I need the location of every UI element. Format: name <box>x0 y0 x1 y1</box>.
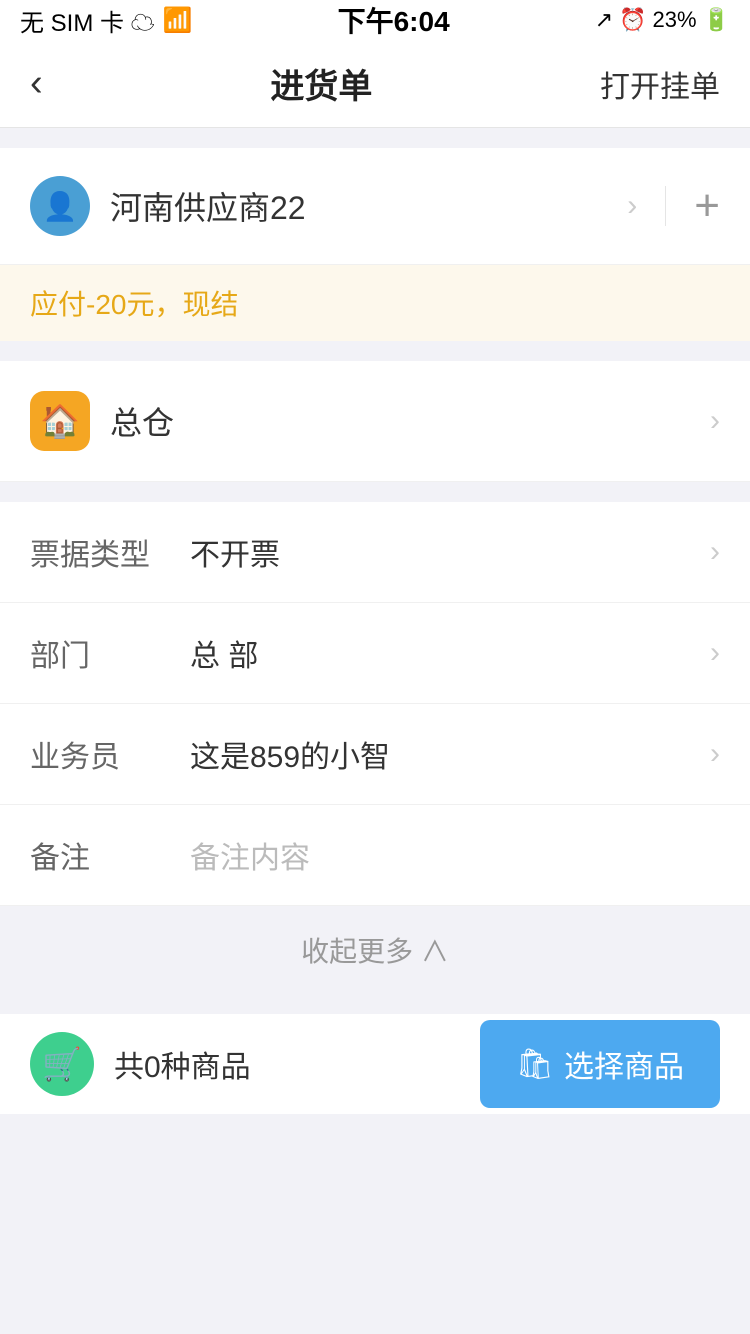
chevron-right-icon: › <box>710 404 720 438</box>
salesperson-value: 这是859的小智 <box>190 732 710 776</box>
ticket-type-value: 不开票 <box>190 530 710 574</box>
chevron-right-icon: › <box>627 189 637 223</box>
warehouse-card: 🏠 总仓 › <box>0 361 750 482</box>
avatar: 👤 <box>30 176 90 236</box>
section-gap-2 <box>0 341 750 361</box>
form-card: 票据类型 不开票 › 部门 总 部 › 业务员 这是859的小智 › 备注 备注… <box>0 502 750 906</box>
warehouse-icon: 🏠 <box>40 402 80 440</box>
battery-level: 23% <box>653 7 697 33</box>
goods-count: 共0种商品 <box>114 1042 480 1086</box>
wifi-icon: 📶 <box>163 6 193 35</box>
remark-row[interactable]: 备注 备注内容 <box>0 805 750 906</box>
select-goods-icon: 🛍 <box>516 1047 554 1082</box>
department-row[interactable]: 部门 总 部 › <box>0 603 750 704</box>
footer-bar: 🛒 共0种商品 🛍 选择商品 <box>0 1014 750 1114</box>
page-title: 进货单 <box>270 59 372 108</box>
collapse-toggle[interactable]: 收起更多 ∧ <box>0 906 750 994</box>
status-left: 无 SIM 卡 ☁ 📶 <box>20 3 193 38</box>
alarm-icon: ⏰ <box>619 7 646 33</box>
ticket-type-row[interactable]: 票据类型 不开票 › <box>0 502 750 603</box>
department-label: 部门 <box>30 631 170 675</box>
status-time: 下午6:04 <box>338 0 450 40</box>
chevron-right-icon: › <box>710 535 720 569</box>
alert-banner: 应付-20元，现结 <box>0 265 750 341</box>
goods-icon: 🛒 <box>42 1045 82 1083</box>
department-value: 总 部 <box>190 631 710 675</box>
remark-label: 备注 <box>30 833 170 877</box>
section-gap-4 <box>0 994 750 1014</box>
chevron-right-icon: › <box>710 737 720 771</box>
supplier-row[interactable]: 👤 河南供应商22 › + <box>0 148 750 265</box>
salesperson-row[interactable]: 业务员 这是859的小智 › <box>0 704 750 805</box>
goods-icon-bg: 🛒 <box>30 1032 94 1096</box>
open-pending-button[interactable]: 打开挂单 <box>600 62 720 106</box>
vertical-divider <box>665 186 666 226</box>
ticket-type-label: 票据类型 <box>30 530 170 574</box>
location-icon: ↗ <box>595 7 613 33</box>
section-gap-3 <box>0 482 750 502</box>
nav-bar: ‹ 进货单 打开挂单 <box>0 40 750 128</box>
section-gap-1 <box>0 128 750 148</box>
select-goods-button[interactable]: 🛍 选择商品 <box>480 1020 720 1108</box>
status-bar: 无 SIM 卡 ☁ 📶 下午6:04 ↗ ⏰ 23% 🔋 <box>0 0 750 40</box>
sim-status: 无 SIM 卡 ☁ <box>20 3 155 38</box>
collapse-label: 收起更多 ∧ <box>301 936 449 967</box>
battery-icon: 🔋 <box>703 7 730 33</box>
warehouse-row[interactable]: 🏠 总仓 › <box>0 361 750 482</box>
select-goods-label: 选择商品 <box>564 1042 684 1086</box>
supplier-card: 👤 河南供应商22 › + 应付-20元，现结 <box>0 148 750 341</box>
avatar-icon: 👤 <box>43 190 78 223</box>
status-right: ↗ ⏰ 23% 🔋 <box>595 7 730 33</box>
alert-text: 应付-20元，现结 <box>30 289 238 320</box>
salesperson-label: 业务员 <box>30 732 170 776</box>
add-button[interactable]: + <box>694 184 720 228</box>
chevron-right-icon: › <box>710 636 720 670</box>
warehouse-icon-bg: 🏠 <box>30 391 90 451</box>
back-button[interactable]: ‹ <box>30 62 43 105</box>
remark-input[interactable]: 备注内容 <box>190 833 720 877</box>
supplier-name: 河南供应商22 <box>110 183 627 229</box>
warehouse-label: 总仓 <box>110 398 710 444</box>
